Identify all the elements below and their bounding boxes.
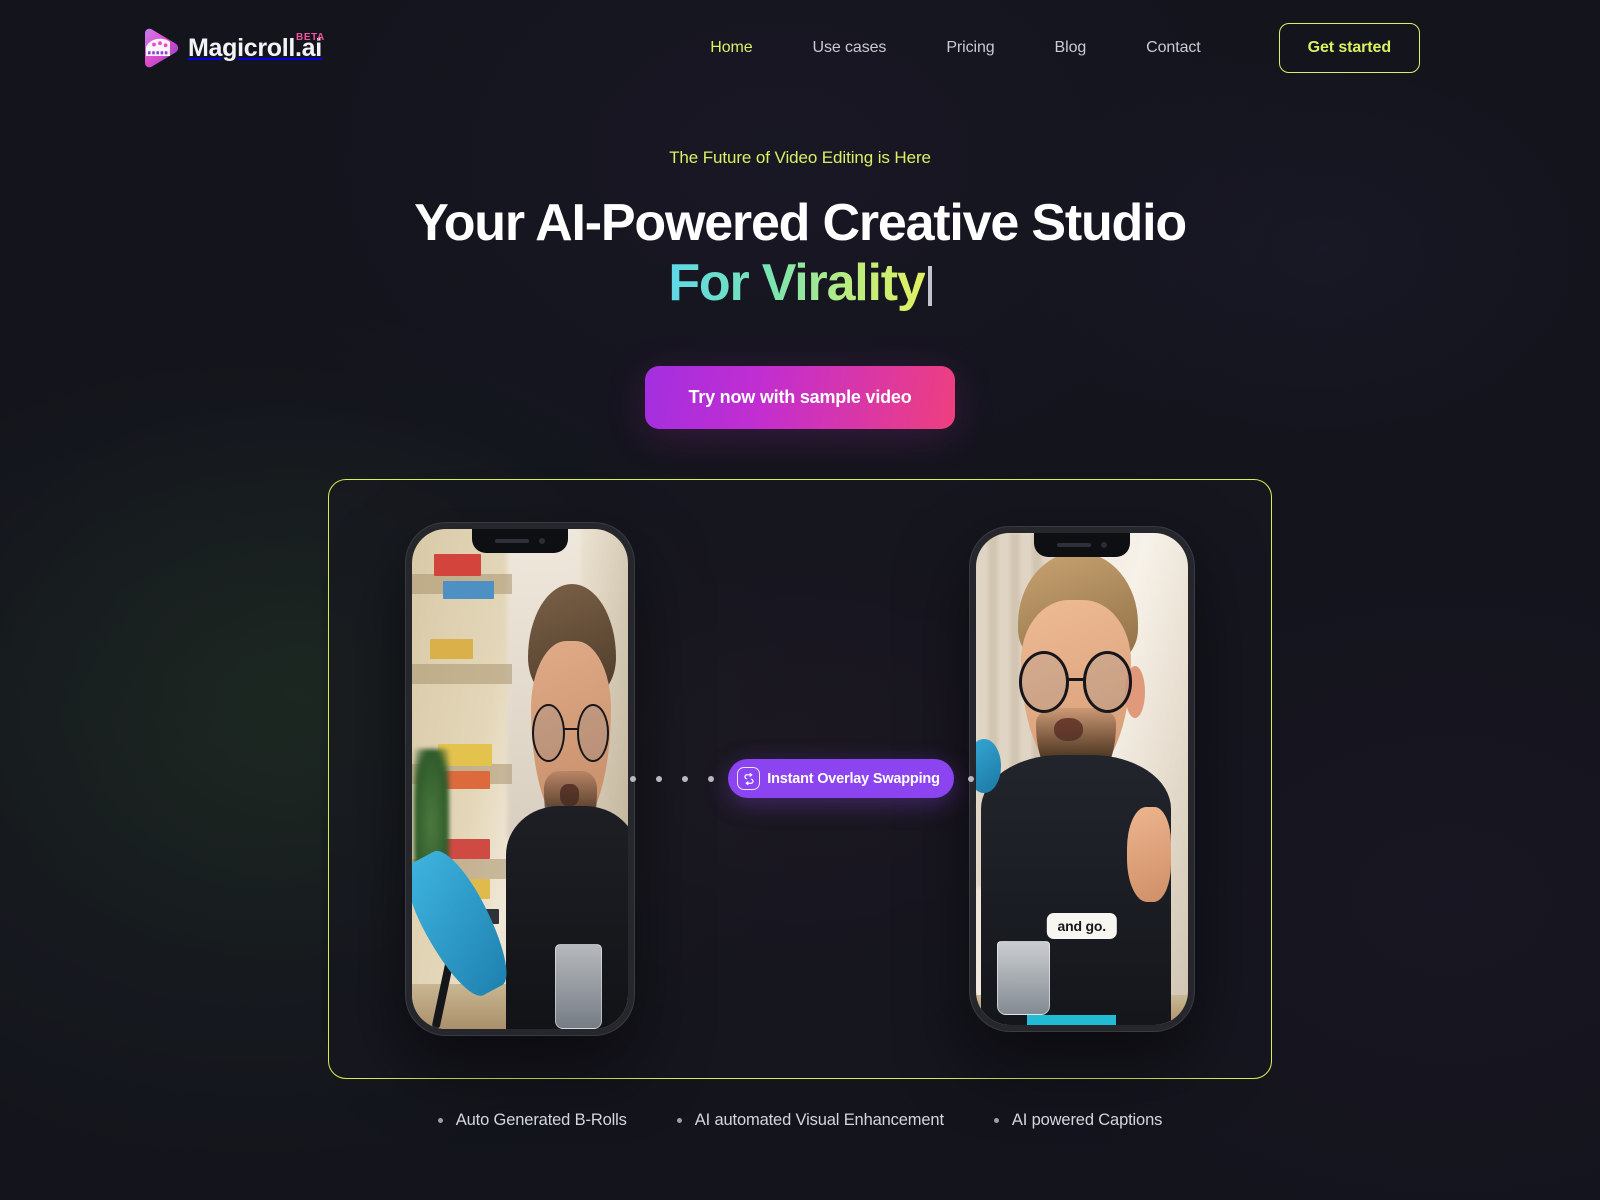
get-started-button[interactable]: Get started xyxy=(1278,22,1420,73)
feature-item-b-rolls: Auto Generated B-Rolls xyxy=(420,1111,645,1130)
phone-notch-right xyxy=(1033,532,1130,557)
hero-title-line-1: Your AI-Powered Creative Studio xyxy=(414,194,1187,252)
connector-dots-right xyxy=(967,775,974,782)
original-video-preview[interactable] xyxy=(406,522,635,1035)
badge-label: Instant Overlay Swapping xyxy=(767,770,940,787)
hero-section: The Future of Video Editing is Here Your… xyxy=(0,95,1600,429)
landing-page: Magicroll.ai BETA Home Use cases Pricing… xyxy=(0,0,1600,1200)
overlay-swap-connector: Instant Overlay Swapping xyxy=(630,759,974,799)
front-camera-icon xyxy=(539,537,546,544)
typing-caret xyxy=(927,266,932,307)
phone-notch-left xyxy=(472,528,569,553)
swap-arrows-icon xyxy=(737,767,761,791)
video-caption-overlay: and go. xyxy=(1046,912,1117,939)
nav-item-blog[interactable]: Blog xyxy=(1025,39,1117,57)
main-navigation: Home Use cases Pricing Blog Contact Get … xyxy=(680,22,1420,73)
play-film-logo-icon xyxy=(137,26,181,70)
feature-label: AI automated Visual Enhancement xyxy=(694,1110,944,1129)
site-header: Magicroll.ai BETA Home Use cases Pricing… xyxy=(0,0,1600,95)
video-frame-original xyxy=(412,528,629,1029)
front-camera-icon xyxy=(1100,541,1107,548)
connector-dots-left xyxy=(630,775,715,782)
brand-logo-link[interactable]: Magicroll.ai BETA xyxy=(137,26,325,70)
speaker-slot-icon xyxy=(1056,542,1091,547)
bullet-dot-icon xyxy=(676,1117,682,1123)
feature-label: Auto Generated B-Rolls xyxy=(455,1110,627,1129)
feature-highlights: Auto Generated B-Rolls AI automated Visu… xyxy=(0,1111,1600,1130)
feature-item-visual-enhancement: AI automated Visual Enhancement xyxy=(659,1111,962,1130)
bullet-dot-icon xyxy=(437,1117,443,1123)
nav-item-contact[interactable]: Contact xyxy=(1116,39,1230,57)
bullet-dot-icon xyxy=(993,1117,999,1123)
nav-item-home[interactable]: Home xyxy=(680,39,782,57)
demo-showcase-card: Instant Overlay Swapping and go. xyxy=(328,478,1272,1079)
nav-item-pricing[interactable]: Pricing xyxy=(916,39,1024,57)
enhanced-video-preview[interactable]: and go. xyxy=(969,526,1194,1031)
page-title: Your AI-Powered Creative Studio For Vira… xyxy=(0,193,1600,314)
phone-screen-left xyxy=(412,528,629,1029)
hero-eyebrow: The Future of Video Editing is Here xyxy=(669,148,931,167)
instant-overlay-swapping-badge[interactable]: Instant Overlay Swapping xyxy=(728,759,954,799)
try-sample-video-button[interactable]: Try now with sample video xyxy=(645,365,955,429)
feature-item-captions: AI powered Captions xyxy=(976,1111,1180,1130)
phone-screen-right: and go. xyxy=(975,532,1188,1025)
video-frame-enhanced: and go. xyxy=(975,532,1188,1025)
nav-item-use-cases[interactable]: Use cases xyxy=(783,39,917,57)
speaker-slot-icon xyxy=(495,538,530,543)
feature-label: AI powered Captions xyxy=(1011,1110,1163,1129)
beta-badge: BETA xyxy=(296,31,325,43)
hero-title-line-2: For Virality xyxy=(668,254,925,313)
